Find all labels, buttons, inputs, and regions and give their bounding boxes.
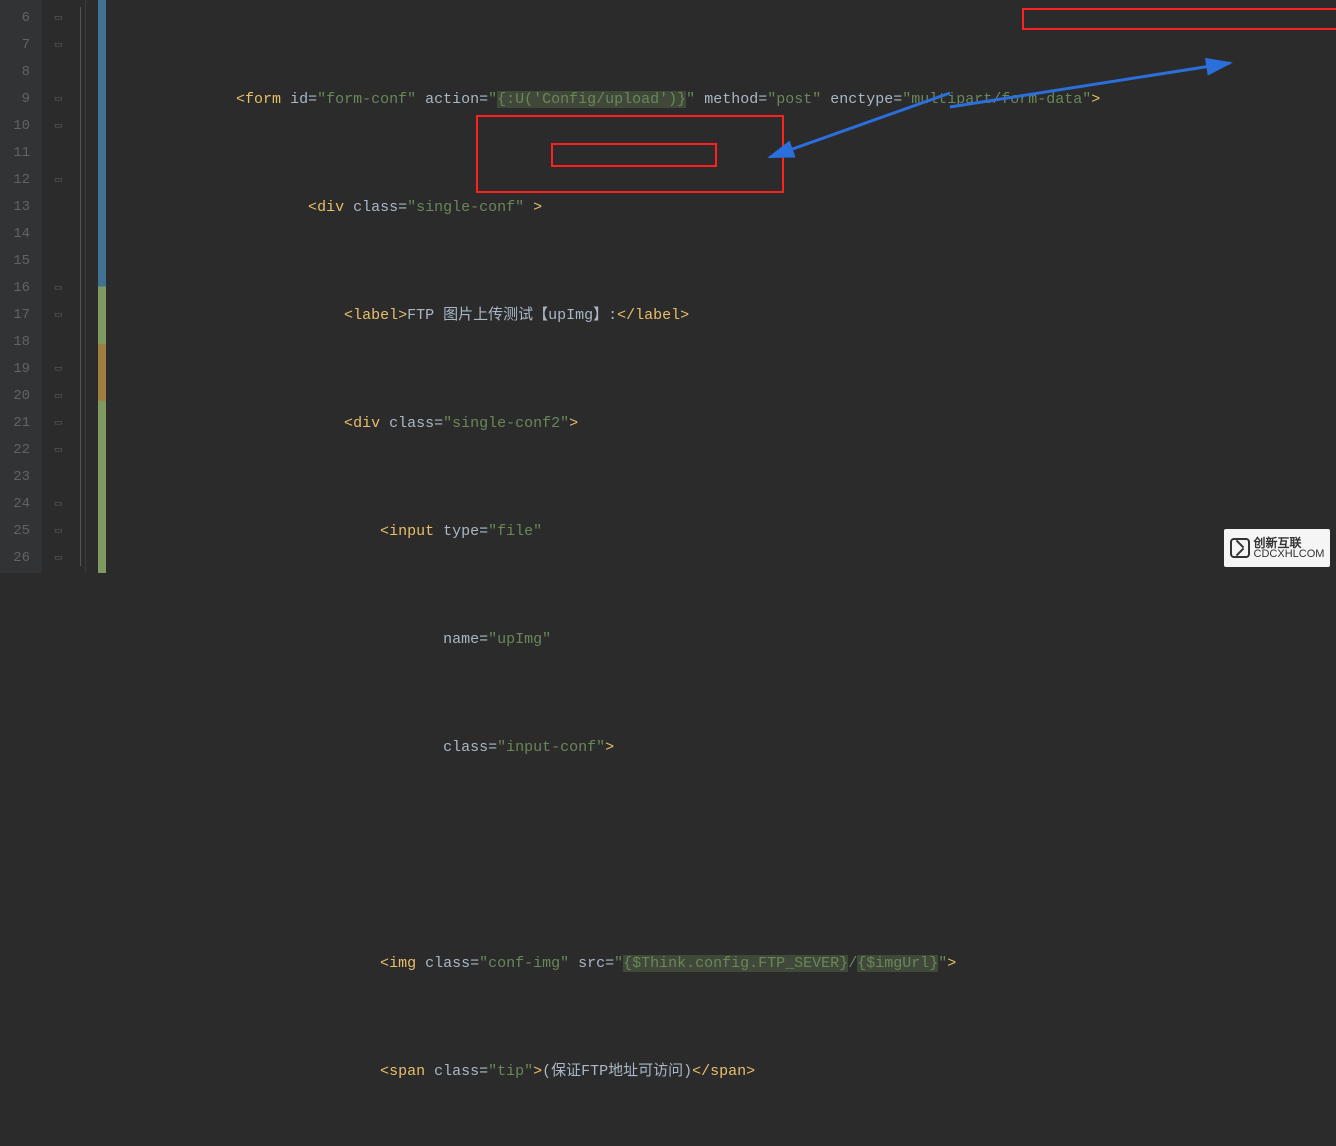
annotation-box-input xyxy=(476,115,784,193)
watermark-logo-icon xyxy=(1230,538,1250,558)
code-line[interactable] xyxy=(92,842,1336,869)
fold-toggle-icon[interactable]: ▭ xyxy=(42,410,85,437)
fold-toggle-icon[interactable]: ▭ xyxy=(42,5,85,32)
fold-toggle-icon[interactable]: ▭ xyxy=(42,545,85,572)
line-number: 23 xyxy=(0,464,30,491)
line-number: 15 xyxy=(0,248,30,275)
line-number: 22 xyxy=(0,437,30,464)
code-line[interactable]: class="input-conf"> xyxy=(92,734,1336,761)
annotation-arrow-icon xyxy=(686,30,1240,214)
line-number: 12 xyxy=(0,167,30,194)
fold-toggle-icon[interactable]: ▭ xyxy=(42,275,85,302)
code-line[interactable]: <div class="single-conf2"> xyxy=(92,410,1336,437)
line-number: 21 xyxy=(0,410,30,437)
watermark-text: 创新互联 CDCXHLCOM xyxy=(1254,537,1325,560)
line-number: 8 xyxy=(0,59,30,86)
fold-toggle-icon[interactable]: ▭ xyxy=(42,437,85,464)
code-line[interactable]: <input type="file" xyxy=(92,518,1336,545)
code-line[interactable]: <form id="form-conf" action="{:U('Config… xyxy=(92,86,1336,113)
fold-toggle-icon[interactable]: ▭ xyxy=(42,491,85,518)
line-number: 20 xyxy=(0,383,30,410)
line-number: 11 xyxy=(0,140,30,167)
fold-toggle-icon[interactable]: ▭ xyxy=(42,113,85,140)
code-line[interactable]: <div class="single-conf" > xyxy=(92,194,1336,221)
line-number: 26 xyxy=(0,545,30,572)
code-line[interactable]: <img class="conf-img" src="{$Think.confi… xyxy=(92,950,1336,977)
line-number-gutter: 6 7 8 9 10 11 12 13 14 15 16 17 18 19 20… xyxy=(0,0,42,573)
code-editor[interactable]: 6 7 8 9 10 11 12 13 14 15 16 17 18 19 20… xyxy=(0,0,1336,573)
watermark: 创新互联 CDCXHLCOM xyxy=(1224,529,1330,567)
code-area[interactable]: <form id="form-conf" action="{:U('Config… xyxy=(86,0,1336,573)
fold-toggle-icon[interactable]: ▭ xyxy=(42,356,85,383)
line-number: 19 xyxy=(0,356,30,383)
line-number: 16 xyxy=(0,275,30,302)
code-line[interactable]: <span class="tip">(保证FTP地址可访问)</span> xyxy=(92,1058,1336,1085)
line-number: 7 xyxy=(0,32,30,59)
annotation-box-enctype xyxy=(1022,8,1336,30)
fold-toggle-icon[interactable]: ▭ xyxy=(42,86,85,113)
code-line[interactable]: name="upImg" xyxy=(92,626,1336,653)
line-number: 13 xyxy=(0,194,30,221)
fold-guide xyxy=(80,7,81,566)
annotation-box-name xyxy=(551,143,717,167)
line-number: 6 xyxy=(0,5,30,32)
line-number: 25 xyxy=(0,518,30,545)
line-number: 24 xyxy=(0,491,30,518)
fold-toggle-icon[interactable]: ▭ xyxy=(42,383,85,410)
line-number: 17 xyxy=(0,302,30,329)
line-number: 9 xyxy=(0,86,30,113)
line-number: 10 xyxy=(0,113,30,140)
fold-toggle-icon[interactable]: ▭ xyxy=(42,302,85,329)
fold-toggle-icon[interactable]: ▭ xyxy=(42,32,85,59)
code-line[interactable]: <label>FTP 图片上传测试【upImg】:</label> xyxy=(92,302,1336,329)
line-number: 18 xyxy=(0,329,30,356)
line-number: 14 xyxy=(0,221,30,248)
fold-toggle-icon[interactable]: ▭ xyxy=(42,518,85,545)
fold-toggle-icon[interactable]: ▭ xyxy=(42,167,85,194)
fold-column[interactable]: ▭ ▭ ▭ ▭ ▭ ▭ ▭ ▭ ▭ ▭ ▭ ▭ ▭ ▭ xyxy=(42,0,86,573)
